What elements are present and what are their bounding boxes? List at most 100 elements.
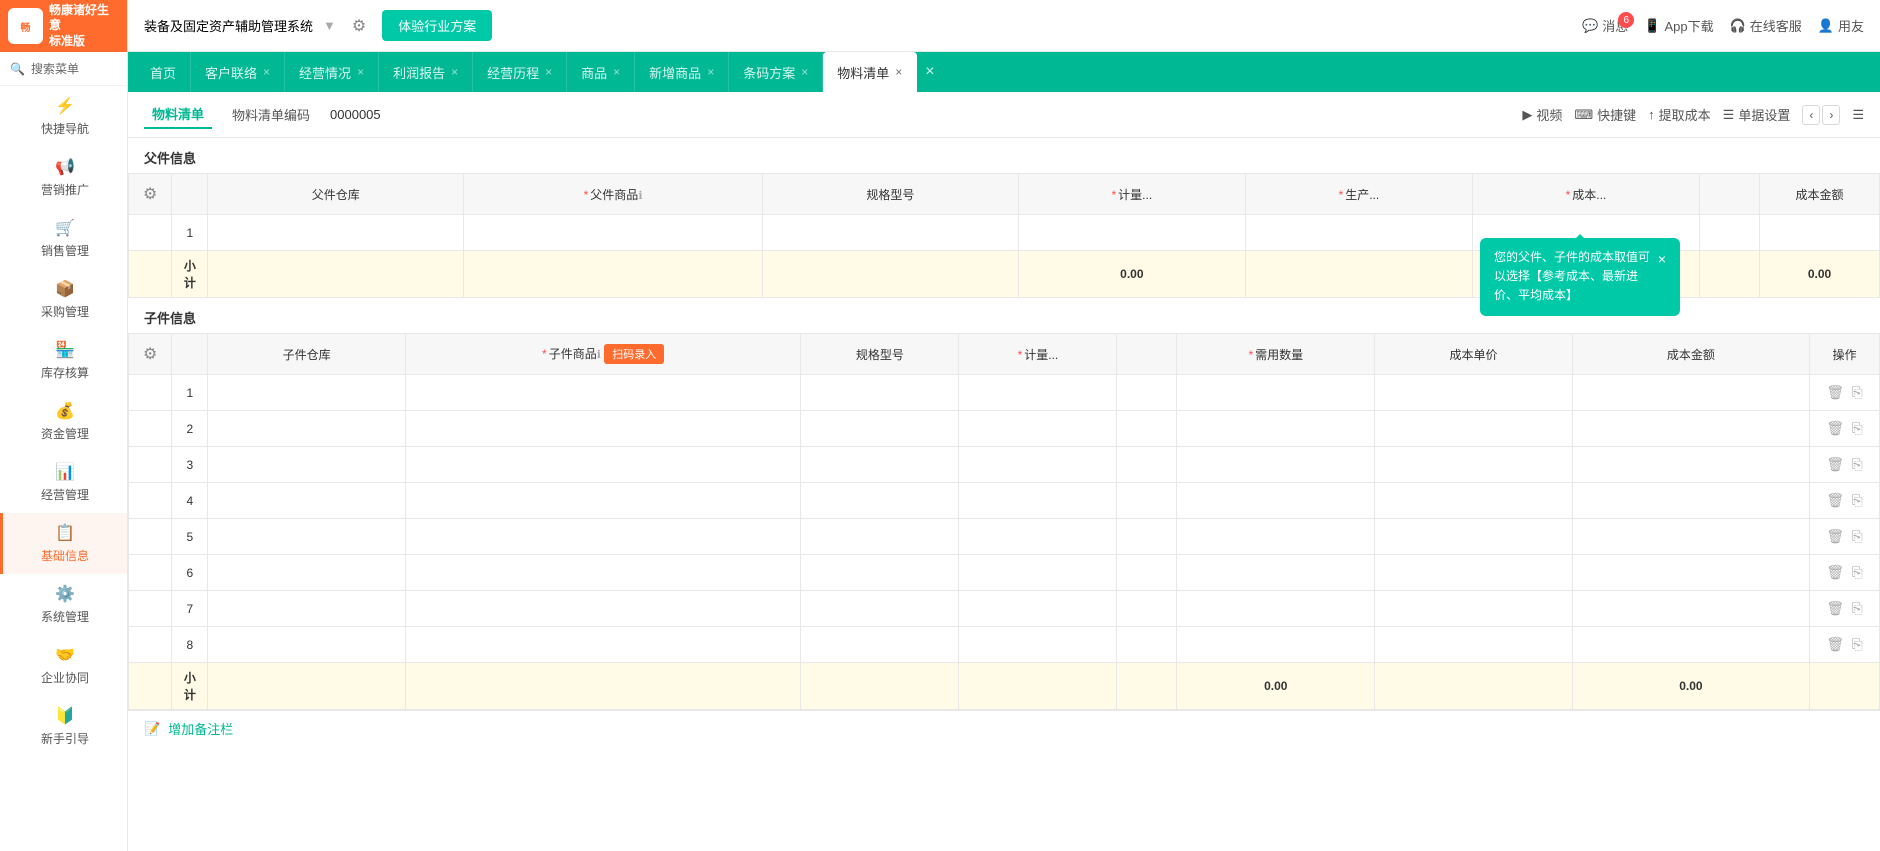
child-row5-product[interactable] bbox=[405, 519, 800, 555]
view-btn[interactable]: ▶ 视频 bbox=[1522, 105, 1562, 124]
child-row2-warehouse[interactable] bbox=[208, 411, 406, 447]
child-row7-unit[interactable] bbox=[959, 591, 1117, 627]
child-row5-spec[interactable] bbox=[801, 519, 959, 555]
tab-barcode[interactable]: 条码方案× bbox=[729, 52, 823, 92]
tab-close-bom[interactable]: × bbox=[895, 65, 902, 79]
sidebar-item-guide[interactable]: 🔰新手引导 bbox=[0, 696, 127, 757]
sidebar-item-quick-nav[interactable]: ⚡快捷导航 bbox=[0, 86, 127, 147]
parent-row1-warehouse[interactable] bbox=[208, 215, 464, 251]
tab-close-products[interactable]: × bbox=[613, 65, 620, 79]
sidebar-item-enterprise[interactable]: 🤝企业协同 bbox=[0, 635, 127, 696]
child-row4-unit[interactable] bbox=[959, 483, 1117, 519]
child-row3-warehouse[interactable] bbox=[208, 447, 406, 483]
tab-close-profit[interactable]: × bbox=[451, 65, 458, 79]
settings-button[interactable]: ⚙ bbox=[346, 14, 372, 38]
delete-icon-7[interactable]: 🗑 bbox=[1826, 600, 1844, 616]
tab-bar-close[interactable]: × bbox=[925, 63, 934, 81]
child-row3-spec[interactable] bbox=[801, 447, 959, 483]
sidebar-item-sales[interactable]: 🛒销售管理 bbox=[0, 208, 127, 269]
delete-icon-4[interactable]: 🗑 bbox=[1826, 492, 1844, 508]
sidebar-item-operations[interactable]: 📊经营管理 bbox=[0, 452, 127, 513]
child-row3-qty[interactable] bbox=[1177, 447, 1375, 483]
copy-icon-7[interactable]: ⎘ bbox=[1851, 600, 1862, 616]
tab-operation-history[interactable]: 经营历程× bbox=[473, 52, 567, 92]
child-row8-unit[interactable] bbox=[959, 627, 1117, 663]
child-row7-warehouse[interactable] bbox=[208, 591, 406, 627]
child-row8-product[interactable] bbox=[405, 627, 800, 663]
add-note-label[interactable]: 增加备注栏 bbox=[168, 719, 233, 738]
child-row5-unit-price[interactable] bbox=[1375, 519, 1573, 555]
child-row1-product[interactable] bbox=[405, 375, 800, 411]
child-row6-unit[interactable] bbox=[959, 555, 1117, 591]
child-row1-spec[interactable] bbox=[801, 375, 959, 411]
tab-close-new-product[interactable]: × bbox=[707, 65, 714, 79]
list-view-icon[interactable]: ☰ bbox=[1852, 107, 1864, 123]
child-row1-qty[interactable] bbox=[1177, 375, 1375, 411]
child-row2-unit-price[interactable] bbox=[1375, 411, 1573, 447]
tab-operation-status[interactable]: 经营情况× bbox=[285, 52, 379, 92]
sidebar-item-marketing[interactable]: 📢营销推广 bbox=[0, 147, 127, 208]
prev-btn[interactable]: ‹ bbox=[1802, 105, 1820, 125]
tooltip-close-btn[interactable]: × bbox=[1658, 248, 1666, 270]
message-item[interactable]: 💬 消息 6 bbox=[1582, 16, 1628, 35]
child-col-settings[interactable]: ⚙ bbox=[129, 334, 172, 375]
scan-btn[interactable]: 扫码录入 bbox=[604, 344, 664, 364]
copy-icon-3[interactable]: ⎘ bbox=[1851, 456, 1862, 472]
child-row3-unit[interactable] bbox=[959, 447, 1117, 483]
parent-row1-production[interactable] bbox=[1245, 215, 1472, 251]
sidebar-item-finance[interactable]: 💰资金管理 bbox=[0, 391, 127, 452]
child-row6-qty[interactable] bbox=[1177, 555, 1375, 591]
child-row8-warehouse[interactable] bbox=[208, 627, 406, 663]
tab-customer[interactable]: 客户联络× bbox=[191, 52, 285, 92]
child-row7-unit-price[interactable] bbox=[1375, 591, 1573, 627]
child-row5-qty[interactable] bbox=[1177, 519, 1375, 555]
delete-icon-1[interactable]: 🗑 bbox=[1826, 384, 1844, 400]
online-service-item[interactable]: 🎧 在线客服 bbox=[1730, 16, 1802, 35]
child-row4-qty[interactable] bbox=[1177, 483, 1375, 519]
tab-profit[interactable]: 利润报告× bbox=[379, 52, 473, 92]
copy-icon-1[interactable]: ⎘ bbox=[1851, 384, 1862, 400]
child-row5-unit[interactable] bbox=[959, 519, 1117, 555]
child-row5-warehouse[interactable] bbox=[208, 519, 406, 555]
delete-icon-3[interactable]: 🗑 bbox=[1826, 456, 1844, 472]
child-row3-unit-price[interactable] bbox=[1375, 447, 1573, 483]
parent-row1-product[interactable] bbox=[464, 215, 763, 251]
single-setting-btn[interactable]: ☰ 单据设置 bbox=[1723, 105, 1791, 124]
child-row7-qty[interactable] bbox=[1177, 591, 1375, 627]
child-row7-spec[interactable] bbox=[801, 591, 959, 627]
child-row4-spec[interactable] bbox=[801, 483, 959, 519]
sub-tab-bom-code[interactable]: 物料清单编码 bbox=[224, 101, 318, 128]
child-row1-warehouse[interactable] bbox=[208, 375, 406, 411]
shortcut-btn[interactable]: ⌨ 快捷键 bbox=[1574, 105, 1636, 124]
parent-row1-spec[interactable] bbox=[762, 215, 1018, 251]
parent-row1-unit[interactable] bbox=[1018, 215, 1245, 251]
child-row7-product[interactable] bbox=[405, 591, 800, 627]
child-row2-product[interactable] bbox=[405, 411, 800, 447]
tab-close-barcode[interactable]: × bbox=[801, 65, 808, 79]
tab-new-product[interactable]: 新增商品× bbox=[635, 52, 729, 92]
child-row6-product[interactable] bbox=[405, 555, 800, 591]
child-row8-spec[interactable] bbox=[801, 627, 959, 663]
child-row2-qty[interactable] bbox=[1177, 411, 1375, 447]
sidebar-item-system[interactable]: ⚙️系统管理 bbox=[0, 574, 127, 635]
sidebar-item-inventory[interactable]: 🏪库存核算 bbox=[0, 330, 127, 391]
sidebar-item-basic-info[interactable]: 📋基础信息 bbox=[0, 513, 127, 574]
child-row6-unit-price[interactable] bbox=[1375, 555, 1573, 591]
next-btn[interactable]: › bbox=[1822, 105, 1840, 125]
delete-icon-2[interactable]: 🗑 bbox=[1826, 420, 1844, 436]
search-menu[interactable]: 🔍 搜索菜单 bbox=[0, 52, 127, 86]
user-item[interactable]: 👤 用友 bbox=[1818, 16, 1864, 35]
tab-home[interactable]: 首页 bbox=[136, 52, 191, 92]
sub-tab-bom-list[interactable]: 物料清单 bbox=[144, 100, 212, 129]
parent-col-gear[interactable]: ⚙ bbox=[137, 182, 163, 206]
tab-products[interactable]: 商品× bbox=[567, 52, 635, 92]
app-download-item[interactable]: 📱 App下载 bbox=[1644, 16, 1713, 35]
child-row1-unit-price[interactable] bbox=[1375, 375, 1573, 411]
delete-icon-5[interactable]: 🗑 bbox=[1826, 528, 1844, 544]
copy-icon-6[interactable]: ⎘ bbox=[1851, 564, 1862, 580]
parent-col-settings[interactable]: ⚙ bbox=[129, 174, 172, 215]
tab-close-operation-status[interactable]: × bbox=[357, 65, 364, 79]
copy-icon-4[interactable]: ⎘ bbox=[1851, 492, 1862, 508]
child-row8-qty[interactable] bbox=[1177, 627, 1375, 663]
copy-icon-5[interactable]: ⎘ bbox=[1851, 528, 1862, 544]
